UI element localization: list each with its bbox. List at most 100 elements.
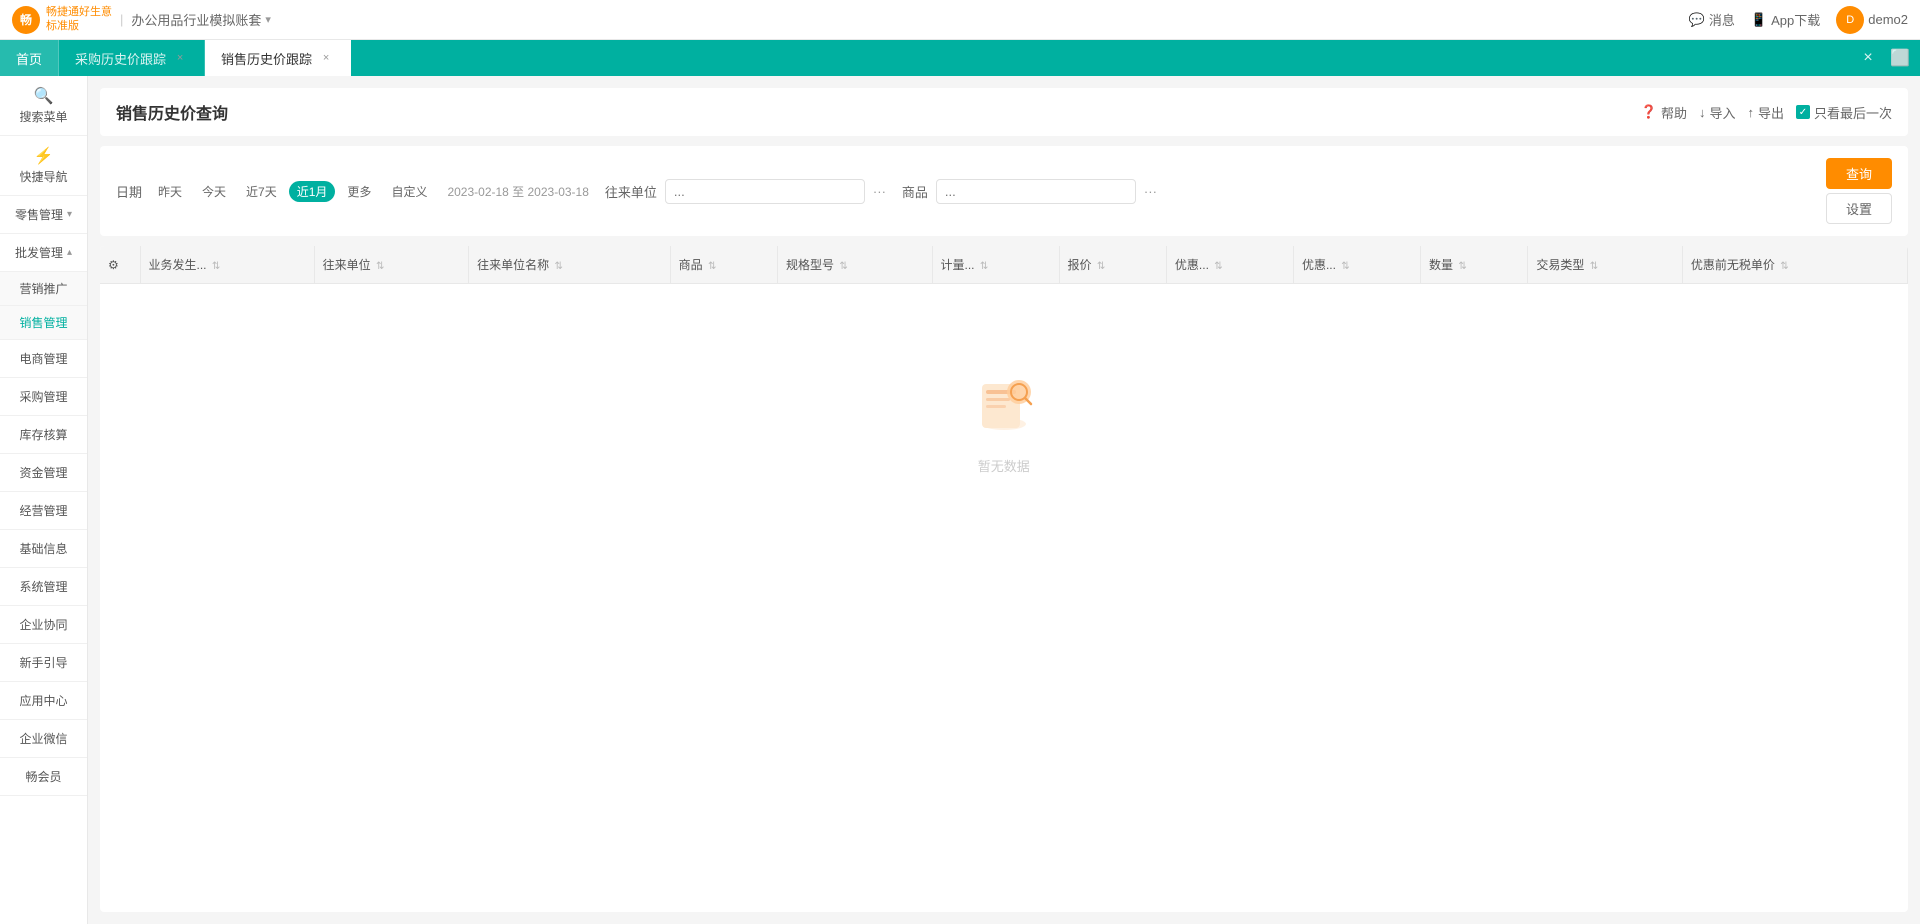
close-tab-purchase-icon[interactable]: × (172, 50, 188, 66)
top-header: 畅 畅捷通好生意 标准版 | 办公用品行业模拟账套 ▾ 💬 消息 📱 App下载… (0, 0, 1920, 40)
sidebar-item-sales-mgmt[interactable]: 销售管理 (0, 306, 87, 340)
chevron-up-icon: ▴ (67, 247, 72, 258)
checkbox-checked-icon: ✓ (1796, 105, 1810, 119)
date-range-display: 2023-02-18 至 2023-03-18 (447, 183, 588, 200)
chevron-down-icon: ▾ (67, 209, 72, 220)
sort-icon: ⇅ (1097, 261, 1105, 272)
th-gear[interactable]: ⚙ (100, 246, 140, 284)
sidebar-item-retail[interactable]: 零售管理 ▾ (0, 196, 87, 234)
page-header: 销售历史价查询 ❓ 帮助 ↓ 导入 ↑ 导出 ✓ (100, 88, 1908, 136)
product-more-icon[interactable]: ··· (1144, 184, 1157, 199)
th-counterpart-code[interactable]: 往来单位 ⇅ (314, 246, 468, 284)
show-last-checkbox[interactable]: ✓ 只看最后一次 (1796, 103, 1892, 122)
export-button[interactable]: ↑ 导出 (1747, 103, 1784, 122)
sidebar-item-basic-info[interactable]: 基础信息 (0, 530, 87, 568)
date-option-yesterday[interactable]: 昨天 (150, 181, 190, 202)
export-icon: ↑ (1747, 105, 1754, 120)
sidebar-item-enterprise-wechat[interactable]: 企业微信 (0, 720, 87, 758)
date-option-custom[interactable]: 自定义 (383, 181, 435, 202)
counterpart-more-icon[interactable]: ··· (873, 184, 886, 199)
sidebar-item-operations[interactable]: 经营管理 (0, 492, 87, 530)
query-button[interactable]: 查询 (1826, 158, 1892, 189)
sort-icon: ⇅ (376, 261, 384, 272)
logo: 畅 畅捷通好生意 标准版 (12, 6, 112, 34)
th-spec[interactable]: 规格型号 ⇅ (778, 246, 932, 284)
main-layout: 🔍 搜索菜单 ⚡ 快捷导航 零售管理 ▾ 批发管理 ▴ 营销推广 销售管理 电商… (0, 76, 1920, 924)
avatar: D (1836, 6, 1864, 34)
import-button[interactable]: ↓ 导入 (1699, 103, 1736, 122)
gear-icon: ⚙ (108, 258, 119, 272)
help-icon: ❓ (1641, 104, 1657, 120)
product-input[interactable] (936, 179, 1136, 204)
empty-row: 暂无数据 (100, 284, 1908, 556)
date-option-last7days[interactable]: 近7天 (238, 181, 285, 202)
empty-text: 暂无数据 (978, 456, 1030, 475)
sidebar-item-inventory[interactable]: 库存核算 (0, 416, 87, 454)
import-icon: ↓ (1699, 105, 1706, 120)
th-discount1[interactable]: 优惠... ⇅ (1166, 246, 1293, 284)
sidebar-item-marketing[interactable]: 营销推广 (0, 272, 87, 306)
sidebar-item-enterprise-agreement[interactable]: 企业协同 (0, 606, 87, 644)
th-quantity[interactable]: 数量 ⇅ (1420, 246, 1527, 284)
date-option-today[interactable]: 今天 (194, 181, 234, 202)
sort-icon: ⇅ (1590, 261, 1598, 272)
page-header-actions: ❓ 帮助 ↓ 导入 ↑ 导出 ✓ 只看最后一次 (1641, 103, 1892, 122)
th-pretax-price[interactable]: 优惠前无税单价 ⇅ (1682, 246, 1907, 284)
sort-icon: ⇅ (1458, 261, 1466, 272)
breadcrumb-separator: | (120, 12, 123, 27)
sidebar-item-finance[interactable]: 资金管理 (0, 454, 87, 492)
logo-text: 畅捷通好生意 标准版 (46, 6, 112, 32)
page-content: 销售历史价查询 ❓ 帮助 ↓ 导入 ↑ 导出 ✓ (88, 76, 1920, 924)
th-trade-type[interactable]: 交易类型 ⇅ (1528, 246, 1682, 284)
sidebar-item-ecommerce[interactable]: 电商管理 (0, 340, 87, 378)
sidebar-item-guide[interactable]: 新手引导 (0, 644, 87, 682)
tab-purchase-history[interactable]: 采购历史价跟踪 × (59, 40, 205, 76)
help-button[interactable]: ❓ 帮助 (1641, 103, 1687, 122)
quick-nav-icon: ⚡ (34, 146, 54, 166)
data-table: ⚙ 业务发生... ⇅ 往来单位 ⇅ 往来单位名称 (100, 246, 1908, 555)
user-menu[interactable]: D demo2 (1836, 6, 1908, 34)
maximize-window-button[interactable]: ⬜ (1888, 46, 1912, 70)
sidebar-item-quick-nav[interactable]: ⚡ 快捷导航 (0, 136, 87, 196)
counterpart-label: 往来单位 (605, 182, 657, 201)
sort-icon: ⇅ (212, 261, 220, 272)
settings-button[interactable]: 设置 (1826, 193, 1892, 224)
header-left: 畅 畅捷通好生意 标准版 | 办公用品行业模拟账套 ▾ (12, 6, 271, 34)
tab-home[interactable]: 首页 (0, 40, 59, 76)
tab-sales-history[interactable]: 销售历史价跟踪 × (205, 40, 351, 76)
header-right: 💬 消息 📱 App下载 D demo2 (1689, 6, 1908, 34)
sidebar-item-search[interactable]: 🔍 搜索菜单 (0, 76, 87, 136)
date-option-last1month[interactable]: 近1月 (289, 181, 336, 202)
counterpart-input[interactable] (665, 179, 865, 204)
app-download-button[interactable]: 📱 App下载 (1751, 10, 1820, 29)
content-area: 销售历史价查询 ❓ 帮助 ↓ 导入 ↑ 导出 ✓ (88, 76, 1920, 924)
sort-icon: ⇅ (1214, 261, 1222, 272)
sort-icon: ⇅ (708, 261, 716, 272)
sort-icon: ⇅ (980, 261, 988, 272)
th-discount2[interactable]: 优惠... ⇅ (1293, 246, 1420, 284)
th-biz-date[interactable]: 业务发生... ⇅ (140, 246, 314, 284)
th-quoted-price[interactable]: 报价 ⇅ (1059, 246, 1166, 284)
close-tab-sales-icon[interactable]: × (318, 50, 334, 66)
th-counterpart-name[interactable]: 往来单位名称 ⇅ (469, 246, 671, 284)
th-product[interactable]: 商品 ⇅ (670, 246, 777, 284)
doc-title[interactable]: 办公用品行业模拟账套 ▾ (131, 10, 271, 29)
filter-row: 日期 昨天 今天 近7天 近1月 更多 自定义 2023-02-18 至 202… (116, 158, 1892, 224)
table-area: ⚙ 业务发生... ⇅ 往来单位 ⇅ 往来单位名称 (100, 246, 1908, 912)
close-window-button[interactable]: × (1856, 46, 1880, 70)
table-header: ⚙ 业务发生... ⇅ 往来单位 ⇅ 往来单位名称 (100, 246, 1908, 284)
sidebar-item-member[interactable]: 畅会员 (0, 758, 87, 796)
chevron-down-icon: ▾ (265, 13, 271, 26)
message-button[interactable]: 💬 消息 (1689, 10, 1735, 29)
date-label: 日期 (116, 182, 142, 201)
th-unit[interactable]: 计量... ⇅ (932, 246, 1059, 284)
table-body: 暂无数据 (100, 284, 1908, 556)
sort-icon: ⇅ (554, 261, 562, 272)
sidebar-item-app-center[interactable]: 应用中心 (0, 682, 87, 720)
sidebar-item-system[interactable]: 系统管理 (0, 568, 87, 606)
date-options: 昨天 今天 近7天 近1月 更多 自定义 (150, 181, 435, 202)
download-icon: 📱 (1751, 12, 1767, 28)
sidebar-item-purchase[interactable]: 采购管理 (0, 378, 87, 416)
sidebar-item-wholesale[interactable]: 批发管理 ▴ (0, 234, 87, 272)
date-option-more[interactable]: 更多 (339, 181, 379, 202)
